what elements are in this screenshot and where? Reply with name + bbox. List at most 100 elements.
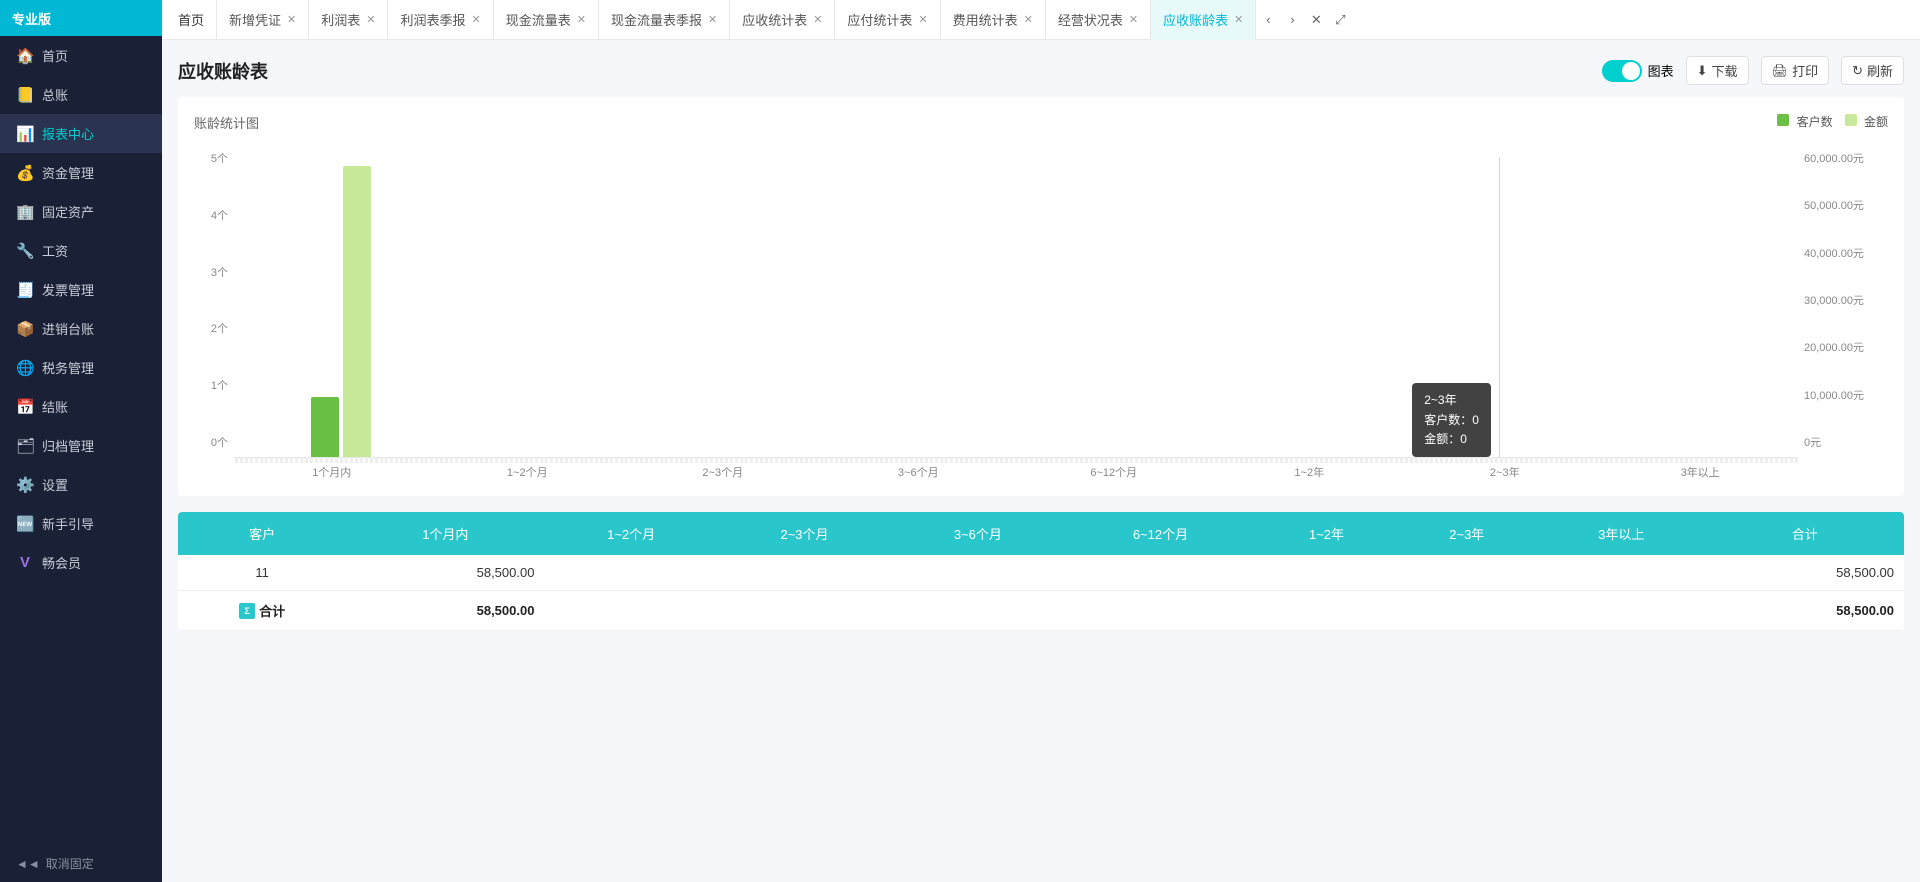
tab-cashflow-quarter-label: 现金流量表季报 bbox=[611, 10, 702, 29]
th-y3plus: 3年以上 bbox=[1537, 512, 1706, 555]
chart-area: 5个 4个 3个 2个 1个 0个 bbox=[194, 140, 1888, 480]
sidebar-item-invoice[interactable]: 🧾 发票管理 bbox=[0, 270, 162, 309]
chart-toggle[interactable] bbox=[1602, 60, 1642, 82]
report-icon: 📊 bbox=[16, 125, 34, 143]
stock-icon: 📦 bbox=[16, 320, 34, 338]
sidebar-item-label: 设置 bbox=[42, 475, 68, 494]
download-button[interactable]: ⬇ 下载 bbox=[1686, 56, 1749, 85]
tab-next-button[interactable]: › bbox=[1280, 8, 1304, 32]
tab-payable-stat[interactable]: 应付统计表 ✕ bbox=[835, 0, 940, 40]
tab-prev-button[interactable]: ‹ bbox=[1256, 8, 1280, 32]
th-m612: 6~12个月 bbox=[1065, 512, 1257, 555]
chart-legend: 客户数 金额 bbox=[1777, 113, 1888, 130]
tab-receivable-stat-close[interactable]: ✕ bbox=[813, 13, 822, 26]
tax-icon: 🌐 bbox=[16, 359, 34, 377]
sidebar-item-guide[interactable]: 🆕 新手引导 bbox=[0, 504, 162, 543]
tab-profit-quarter[interactable]: 利润表季报 ✕ bbox=[388, 0, 493, 40]
tab-voucher[interactable]: 新增凭证 ✕ bbox=[217, 0, 309, 40]
tab-cashflow-quarter-close[interactable]: ✕ bbox=[708, 13, 717, 26]
sidebar-item-settings[interactable]: ⚙️ 设置 bbox=[0, 465, 162, 504]
tab-profit-close[interactable]: ✕ bbox=[366, 13, 375, 26]
tab-home[interactable]: 首页 bbox=[166, 0, 217, 40]
sidebar-item-label: 归档管理 bbox=[42, 436, 94, 455]
tab-profit[interactable]: 利润表 ✕ bbox=[309, 0, 388, 40]
asset-icon: 🏢 bbox=[16, 203, 34, 221]
sidebar-item-ledger[interactable]: 📒 总账 bbox=[0, 75, 162, 114]
tab-age-report-close[interactable]: ✕ bbox=[1234, 13, 1243, 26]
sidebar-item-stock[interactable]: 📦 进销台账 bbox=[0, 309, 162, 348]
y-label-3: 3个 bbox=[194, 264, 234, 280]
x-label-6: 1~2年 bbox=[1212, 458, 1408, 480]
tab-payable-stat-close[interactable]: ✕ bbox=[918, 13, 927, 26]
page-header: 应收账龄表 图表 ⬇ 下载 🖨 打印 ↻ 刷新 bbox=[178, 56, 1904, 85]
sidebar-collapse-button[interactable]: ◄◄ 取消固定 bbox=[0, 845, 162, 882]
bar-customers-1 bbox=[311, 397, 339, 457]
tab-receivable-stat[interactable]: 应收统计表 ✕ bbox=[730, 0, 835, 40]
tooltip-label: 2~3年 bbox=[1424, 391, 1479, 410]
sidebar-item-tax[interactable]: 🌐 税务管理 bbox=[0, 348, 162, 387]
tab-payable-stat-label: 应付统计表 bbox=[847, 10, 912, 29]
tab-profit-quarter-close[interactable]: ✕ bbox=[472, 13, 481, 26]
tab-profit-quarter-label: 利润表季报 bbox=[400, 10, 465, 29]
th-customer: 客户 bbox=[178, 512, 346, 555]
td-total: 58,500.00 bbox=[1706, 555, 1904, 591]
chart-inner: 2~3年 客户数：0 金额：0 bbox=[234, 457, 1798, 480]
tab-cashflow-quarter[interactable]: 现金流量表季报 ✕ bbox=[599, 0, 730, 40]
sidebar-item-label: 畅会员 bbox=[42, 553, 81, 572]
sidebar-item-close[interactable]: 📅 结账 bbox=[0, 387, 162, 426]
td-total-y12 bbox=[1256, 591, 1396, 631]
sidebar-item-vip[interactable]: V 畅会员 bbox=[0, 543, 162, 582]
table-card: 客户 1个月内 1~2个月 2~3个月 3~6个月 6~12个月 1~2年 2~… bbox=[178, 512, 1904, 631]
sidebar-item-report[interactable]: 📊 报表中心 bbox=[0, 114, 162, 153]
total-label-text: 合计 bbox=[259, 601, 285, 620]
sidebar-item-label: 新手引导 bbox=[42, 514, 94, 533]
print-button[interactable]: 🖨 打印 bbox=[1761, 56, 1830, 85]
tab-profit-label: 利润表 bbox=[321, 10, 360, 29]
tab-age-report[interactable]: 应收账龄表 ✕ bbox=[1151, 0, 1256, 40]
x-label-7: 2~3年 bbox=[1407, 458, 1603, 480]
tab-age-report-label: 应收账龄表 bbox=[1163, 10, 1228, 29]
chart-y-axis-right: 60,000.00元 50,000.00元 40,000.00元 30,000.… bbox=[1798, 150, 1888, 450]
chart-toggle-label: 图表 bbox=[1648, 61, 1674, 80]
td-total-m612 bbox=[1065, 591, 1257, 631]
total-icon-badge: Σ bbox=[239, 603, 255, 619]
tab-cashflow[interactable]: 现金流量表 ✕ bbox=[494, 0, 599, 40]
tab-maximize-button[interactable]: ⤢ bbox=[1328, 8, 1352, 32]
y-right-label-6: 60,000.00元 bbox=[1798, 150, 1888, 166]
sidebar-item-asset[interactable]: 🏢 固定资产 bbox=[0, 192, 162, 231]
refresh-label: 刷新 bbox=[1867, 61, 1893, 80]
sidebar-item-label: 总账 bbox=[42, 85, 68, 104]
sidebar-item-archive[interactable]: 🗂 归档管理 bbox=[0, 426, 162, 465]
refresh-icon: ↻ bbox=[1852, 63, 1863, 79]
sidebar-item-fund[interactable]: 💰 资金管理 bbox=[0, 153, 162, 192]
tab-cashflow-close[interactable]: ✕ bbox=[577, 13, 586, 26]
table-total-row: Σ 合计 58,500.00 58,500.00 bbox=[178, 591, 1904, 631]
y-right-label-4: 40,000.00元 bbox=[1798, 245, 1888, 261]
tooltip-customers: 客户数：0 bbox=[1424, 411, 1479, 430]
close-account-icon: 📅 bbox=[16, 398, 34, 416]
tab-cashflow-label: 现金流量表 bbox=[506, 10, 571, 29]
td-y23 bbox=[1397, 555, 1537, 591]
sidebar-logo: 专业版 bbox=[0, 0, 162, 36]
y-label-4: 4个 bbox=[194, 207, 234, 223]
tooltip-amount: 金额：0 bbox=[1424, 430, 1479, 449]
sidebar-item-label: 首页 bbox=[42, 46, 68, 65]
data-table: 客户 1个月内 1~2个月 2~3个月 3~6个月 6~12个月 1~2年 2~… bbox=[178, 512, 1904, 631]
refresh-button[interactable]: ↻ 刷新 bbox=[1841, 56, 1904, 85]
sidebar-item-label: 工资 bbox=[42, 241, 68, 260]
td-total-label: Σ 合计 bbox=[178, 591, 346, 631]
sidebar-item-wage[interactable]: 🔧 工资 bbox=[0, 231, 162, 270]
tab-close-all-button[interactable]: ✕ bbox=[1304, 8, 1328, 32]
tab-business-stat-close[interactable]: ✕ bbox=[1129, 13, 1138, 26]
td-m612 bbox=[1065, 555, 1257, 591]
sidebar-item-home[interactable]: 🏠 首页 bbox=[0, 36, 162, 75]
tab-expense-stat[interactable]: 费用统计表 ✕ bbox=[941, 0, 1046, 40]
tab-business-stat[interactable]: 经营状况表 ✕ bbox=[1046, 0, 1151, 40]
cursor-line bbox=[1499, 157, 1500, 457]
th-y23: 2~3年 bbox=[1397, 512, 1537, 555]
sidebar-item-label: 资金管理 bbox=[42, 163, 94, 182]
tab-expense-stat-close[interactable]: ✕ bbox=[1024, 13, 1033, 26]
collapse-label: 取消固定 bbox=[46, 855, 94, 872]
x-label-1: 1个月内 bbox=[234, 458, 430, 480]
tab-voucher-close[interactable]: ✕ bbox=[287, 13, 296, 26]
